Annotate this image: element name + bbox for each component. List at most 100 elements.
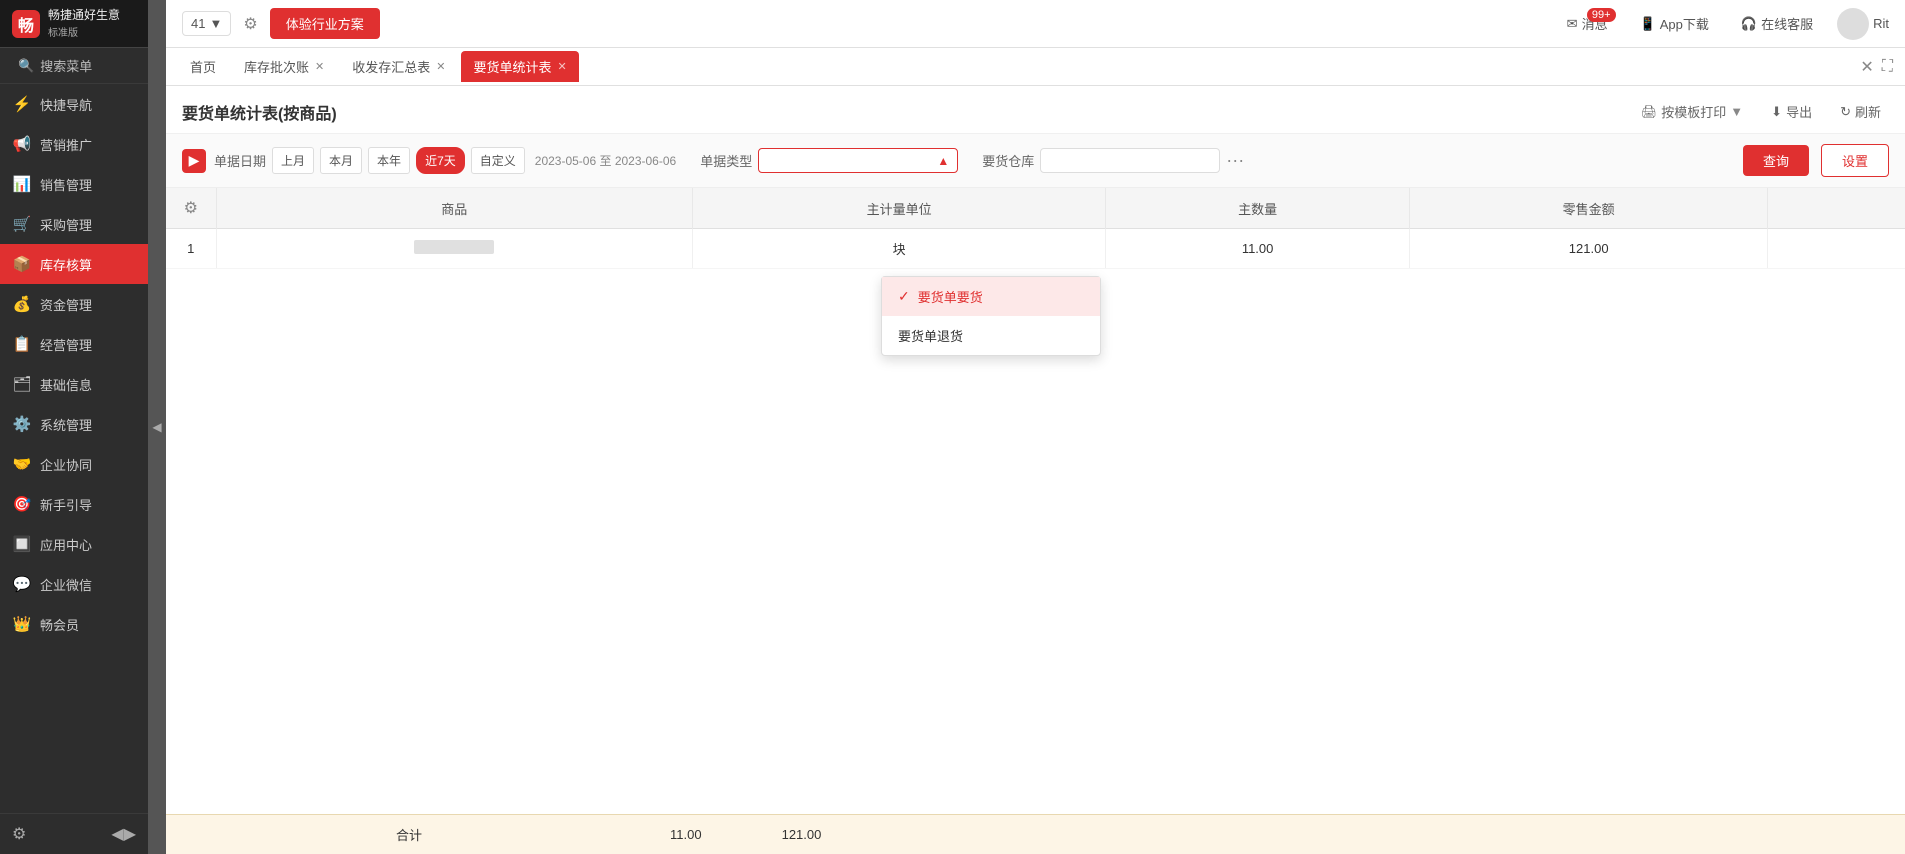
page-title: 要货单统计表(按商品) xyxy=(182,100,337,124)
logo-name: 畅捷通好生意 xyxy=(48,8,120,24)
sidebar-label-quick-nav: 快捷导航 xyxy=(40,95,92,114)
toggle-arrow: ◀ xyxy=(152,420,161,434)
dropdown-item-order-return[interactable]: 要货单退货 xyxy=(882,316,1100,355)
sidebar-label-finance: 资金管理 xyxy=(40,295,92,314)
tab-order-label: 要货单统计表 xyxy=(473,57,551,76)
warehouse-input[interactable] xyxy=(1040,148,1220,173)
refresh-button[interactable]: ↻ 刷新 xyxy=(1832,98,1889,125)
check-mark-icon: ✓ xyxy=(898,288,910,305)
sidebar-item-inventory[interactable]: 📦 库存核算 xyxy=(0,244,148,284)
tabs-left: 首页 库存批次账 ✕ 收发存汇总表 ✕ 要货单统计表 ✕ xyxy=(178,51,579,82)
column-settings-button[interactable]: 设置 xyxy=(1821,144,1889,177)
sidebar-item-finance[interactable]: 💰 资金管理 xyxy=(0,284,148,324)
date-btn-last-month[interactable]: 上月 xyxy=(272,147,314,174)
quick-nav-icon: ⚡ xyxy=(12,94,32,114)
th-extra xyxy=(1768,188,1905,229)
tab-batch-label: 库存批次账 xyxy=(244,57,309,76)
sidebar-label-purchase: 采购管理 xyxy=(40,215,92,234)
header-right: ✉ 消息 99+ 📱 App下载 🎧 在线客服 Rit xyxy=(1567,8,1889,40)
sidebar-item-operations[interactable]: 📋 经营管理 xyxy=(0,324,148,364)
tab-home-label: 首页 xyxy=(190,57,216,76)
settings-icon[interactable]: ⚙ xyxy=(12,824,26,844)
tab-home[interactable]: 首页 xyxy=(178,51,228,82)
wechat-icon: 💬 xyxy=(12,574,32,594)
th-product: 商品 xyxy=(216,188,692,229)
print-label: 按模板打印 xyxy=(1661,102,1726,121)
print-button[interactable]: 🖨 按模板打印 ▼ xyxy=(1633,98,1751,125)
sidebar-label-enterprise: 企业协同 xyxy=(40,455,92,474)
messages-button[interactable]: ✉ 消息 99+ xyxy=(1567,14,1608,33)
purchase-icon: 🛒 xyxy=(12,214,32,234)
store-name: 41 xyxy=(191,16,205,31)
date-btn-this-month[interactable]: 本月 xyxy=(320,147,362,174)
trial-button[interactable]: 体验行业方案 xyxy=(270,8,380,39)
top-header: 41 ▼ ⚙ 体验行业方案 ✉ 消息 99+ 📱 App下载 🎧 在线客服 R xyxy=(166,0,1905,48)
sidebar-item-apps[interactable]: 🔲 应用中心 xyxy=(0,524,148,564)
app-download-button[interactable]: 📱 App下载 xyxy=(1640,14,1709,33)
sidebar-item-marketing[interactable]: 📢 营销推广 xyxy=(0,124,148,164)
content-wrapper: 要货单统计表(按商品) 🖨 按模板打印 ▼ ⬇ 导出 ↻ 刷新 xyxy=(166,86,1905,854)
tab-order-stats[interactable]: 要货单统计表 ✕ xyxy=(461,51,578,82)
store-dropdown-arrow: ▼ xyxy=(209,16,222,31)
sidebar-item-guide[interactable]: 🎯 新手引导 xyxy=(0,484,148,524)
sidebar-item-enterprise[interactable]: 🤝 企业协同 xyxy=(0,444,148,484)
collapse-icon[interactable]: ◀▶ xyxy=(111,824,136,844)
cell-extra xyxy=(1768,229,1905,269)
search-menu[interactable]: 🔍 搜索菜单 xyxy=(0,48,148,84)
sidebar-item-wechat[interactable]: 💬 企业微信 xyxy=(0,564,148,604)
logo-sub: 标准版 xyxy=(48,24,120,39)
date-btn-recent-7days[interactable]: 近7天 xyxy=(416,147,465,174)
online-service-button[interactable]: 🎧 在线客服 xyxy=(1741,14,1813,33)
tab-batch-inventory[interactable]: 库存批次账 ✕ xyxy=(232,51,336,82)
th-amount: 零售金额 xyxy=(1409,188,1767,229)
sidebar-label-system: 系统管理 xyxy=(40,415,92,434)
data-table-container: ⚙ 商品 主计量单位 主数量 零售金额 1 xyxy=(166,188,1905,269)
tab-expand-icon[interactable]: ⛶ xyxy=(1882,58,1893,76)
export-label: 导出 xyxy=(1786,102,1812,121)
sidebar-label-guide: 新手引导 xyxy=(40,495,92,514)
sidebar-label-marketing: 营销推广 xyxy=(40,135,92,154)
sidebar-item-quick-nav[interactable]: ⚡ 快捷导航 xyxy=(0,84,148,124)
user-name: Rit xyxy=(1873,16,1889,31)
enterprise-icon: 🤝 xyxy=(12,454,32,474)
tab-close-all-icon[interactable]: ✕ xyxy=(1860,57,1873,77)
cell-amount: 121.00 xyxy=(1409,229,1767,269)
warehouse-more-icon[interactable]: ··· xyxy=(1226,150,1244,171)
sales-icon: 📊 xyxy=(12,174,32,194)
sidebar: 畅 畅捷通好生意 标准版 🔍 搜索菜单 ⚡ 快捷导航 📢 营销推广 📊 销售管理… xyxy=(0,0,148,854)
sidebar-item-purchase[interactable]: 🛒 采购管理 xyxy=(0,204,148,244)
sidebar-label-operations: 经营管理 xyxy=(40,335,92,354)
sidebar-label-wechat: 企业微信 xyxy=(40,575,92,594)
finance-icon: 💰 xyxy=(12,294,32,314)
footer-label: 合计 xyxy=(396,825,422,844)
sidebar-item-system[interactable]: ⚙️ 系统管理 xyxy=(0,404,148,444)
user-profile[interactable]: Rit xyxy=(1837,8,1889,40)
settings-gear-icon[interactable]: ⚙ xyxy=(243,14,257,34)
type-select-arrow-up: ▲ xyxy=(937,154,949,168)
sidebar-item-sales[interactable]: 📊 销售管理 xyxy=(0,164,148,204)
th-settings[interactable]: ⚙ xyxy=(166,188,216,229)
filter-expand-button[interactable]: ▶ xyxy=(182,149,206,173)
sidebar-nav: ⚡ 快捷导航 📢 营销推广 📊 销售管理 🛒 采购管理 📦 库存核算 💰 资金管… xyxy=(0,84,148,813)
tab-collect-close[interactable]: ✕ xyxy=(436,60,445,73)
export-button[interactable]: ⬇ 导出 xyxy=(1763,98,1820,125)
tab-order-close[interactable]: ✕ xyxy=(558,60,567,73)
tab-collect-summary[interactable]: 收发存汇总表 ✕ xyxy=(340,51,457,82)
sidebar-item-members[interactable]: 👑 畅会员 xyxy=(0,604,148,644)
type-filter-select[interactable]: ▲ xyxy=(758,148,958,173)
cell-unit: 块 xyxy=(692,229,1105,269)
table-settings-icon[interactable]: ⚙ xyxy=(184,200,198,217)
app-logo: 畅 畅捷通好生意 标准版 xyxy=(0,0,148,48)
dropdown-item-order-goods[interactable]: ✓ 要货单要货 xyxy=(882,277,1100,316)
query-button[interactable]: 查询 xyxy=(1743,145,1809,176)
data-table: ⚙ 商品 主计量单位 主数量 零售金额 1 xyxy=(166,188,1905,269)
date-range-display: 2023-05-06 至 2023-06-06 xyxy=(535,152,676,169)
cell-qty: 11.00 xyxy=(1106,229,1410,269)
type-dropdown: ✓ 要货单要货 要货单退货 xyxy=(881,276,1101,356)
date-btn-custom[interactable]: 自定义 xyxy=(471,147,525,174)
store-selector[interactable]: 41 ▼ xyxy=(182,11,231,36)
date-btn-this-year[interactable]: 本年 xyxy=(368,147,410,174)
sidebar-toggle[interactable]: ◀ xyxy=(148,0,166,854)
tab-batch-close[interactable]: ✕ xyxy=(315,60,324,73)
sidebar-item-basic[interactable]: 🗂 基础信息 xyxy=(0,364,148,404)
